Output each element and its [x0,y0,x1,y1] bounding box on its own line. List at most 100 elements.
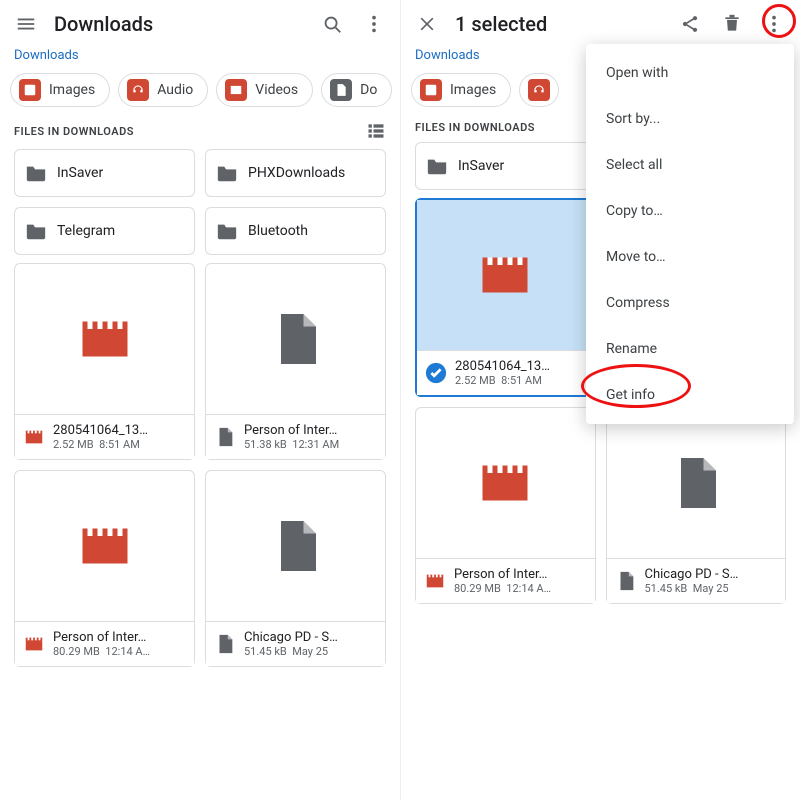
video-icon [23,633,45,655]
file-preview [15,264,194,414]
video-icon [475,245,535,305]
file-tile[interactable]: Person of Inter… 80.29 MB 12:14 A… [415,407,596,604]
file-name: Person of Inter… [244,423,339,438]
folder-label: InSaver [57,165,103,181]
file-tile[interactable]: Chicago PD - S… 51.45 kB May 25 [205,470,386,667]
file-grid: 280541064_13… 2.52 MB 8:51 AM Person of … [0,263,400,667]
folder-item[interactable]: PHXDownloads [205,149,386,197]
more-button[interactable] [754,4,794,44]
chip-videos[interactable]: Videos [216,73,313,107]
audio-icon [532,83,546,97]
document-icon [666,453,726,513]
filter-chips: Images Audio Videos Do [0,67,400,117]
file-name: 280541064_13… [455,359,550,374]
file-preview [417,200,594,350]
menu-button[interactable] [6,4,46,44]
folder-icon [426,155,448,177]
folder-item[interactable]: Bluetooth [205,207,386,255]
view-toggle-button[interactable] [366,121,386,141]
folder-item[interactable]: Telegram [14,207,195,255]
chip-images[interactable]: Images [10,73,110,107]
image-icon [23,83,37,97]
more-button[interactable] [354,4,394,44]
share-button[interactable] [670,4,710,44]
file-preview [206,264,385,414]
share-icon [680,14,700,34]
folder-icon [25,220,47,242]
chip-label: Videos [255,82,298,98]
chip-images[interactable]: Images [411,73,511,107]
appbar: Downloads [0,0,400,48]
file-name: 280541064_13… [53,423,148,438]
file-name: Chicago PD - S… [645,567,739,582]
folder-list: InSaver PHXDownloads Telegram Bluetooth [0,149,400,263]
selection-title: 1 selected [455,12,668,36]
file-preview [607,408,786,558]
section-title: FILES IN DOWNLOADS [14,125,134,138]
section-title: FILES IN DOWNLOADS [415,121,535,134]
video-icon [75,309,135,369]
file-preview [416,408,595,558]
chip-label: Images [450,82,496,98]
video-icon [475,453,535,513]
file-tile[interactable]: 280541064_13… 2.52 MB 8:51 AM [14,263,195,460]
search-icon [321,13,343,35]
close-icon [417,14,437,34]
menu-open-with[interactable]: Open with [586,50,794,96]
folder-label: Bluetooth [248,223,308,239]
document-icon [615,570,637,592]
file-preview [206,471,385,621]
breadcrumb[interactable]: Downloads [0,48,400,67]
context-menu: Open with Sort by... Select all Copy to…… [586,44,794,424]
folder-label: PHXDownloads [248,165,345,181]
menu-select-all[interactable]: Select all [586,142,794,188]
list-view-icon [366,121,386,141]
file-tile[interactable]: Chicago PD - S… 51.45 kB May 25 [606,407,787,604]
pane-right: 1 selected Downloads Images FILES IN DOW… [400,0,800,800]
file-name: Chicago PD - S… [244,630,338,645]
menu-get-info[interactable]: Get info [586,372,794,418]
appbar-title: Downloads [54,12,310,36]
folder-icon [25,162,47,184]
check-icon [425,362,447,384]
document-icon [214,633,236,655]
appbar-selection: 1 selected [401,0,800,48]
document-icon [334,83,348,97]
file-tile-selected[interactable]: 280541064_13… 2.52 MB 8:51 AM [415,198,596,397]
menu-move-to[interactable]: Move to… [586,234,794,280]
chip-audio[interactable]: Audio [118,73,208,107]
video-icon [229,83,243,97]
folder-label: InSaver [458,158,504,174]
file-tile[interactable]: Person of Inter… 80.29 MB 12:14 A… [14,470,195,667]
close-selection-button[interactable] [407,4,447,44]
video-icon [424,570,446,592]
delete-button[interactable] [712,4,752,44]
menu-sort-by[interactable]: Sort by... [586,96,794,142]
file-tile[interactable]: Person of Inter… 51.38 kB 12:31 AM [205,263,386,460]
chip-documents[interactable]: Do [321,73,392,107]
folder-icon [216,220,238,242]
folder-icon [216,162,238,184]
folder-item[interactable]: InSaver [415,142,596,190]
file-preview [15,471,194,621]
video-icon [23,426,45,448]
folder-label: Telegram [57,223,115,239]
menu-rename[interactable]: Rename [586,326,794,372]
folder-item[interactable]: InSaver [14,149,195,197]
more-icon [363,13,385,35]
pane-left: Downloads Downloads Images Audio Videos … [0,0,400,800]
video-icon [75,516,135,576]
search-button[interactable] [312,4,352,44]
more-icon [763,13,785,35]
document-icon [214,426,236,448]
menu-compress[interactable]: Compress [586,280,794,326]
file-name: Person of Inter… [454,567,551,582]
document-icon [266,516,326,576]
audio-icon [131,83,145,97]
file-name: Person of Inter… [53,630,150,645]
trash-icon [722,14,742,34]
image-icon [424,83,438,97]
document-icon [266,309,326,369]
menu-copy-to[interactable]: Copy to… [586,188,794,234]
chip-audio[interactable] [519,73,559,107]
